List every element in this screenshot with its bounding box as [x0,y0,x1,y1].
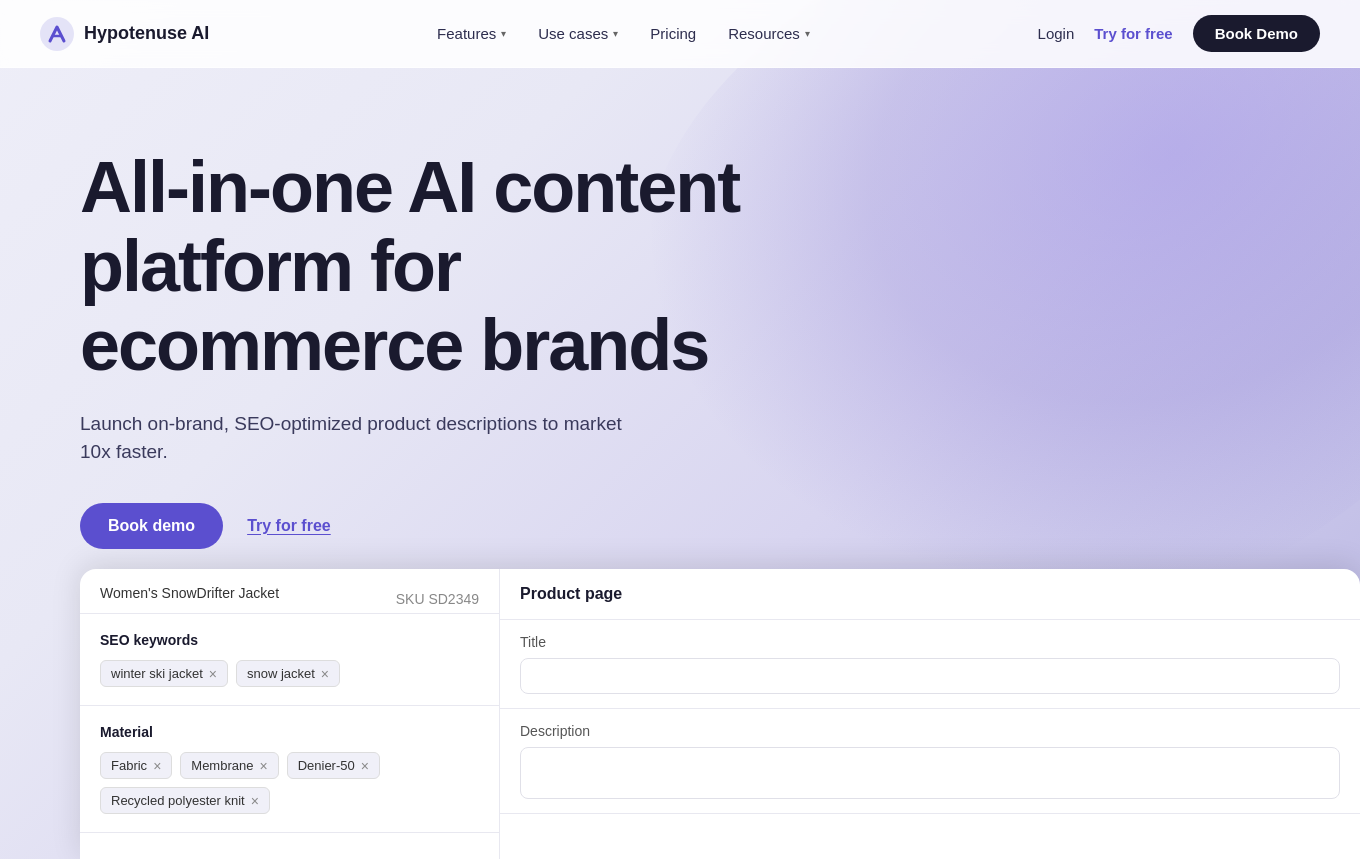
material-tag-membrane: Membrane × [180,752,278,779]
remove-tag-recycled-button[interactable]: × [251,794,259,808]
hero-try-free-button[interactable]: Try for free [247,517,331,535]
remove-tag-denier-button[interactable]: × [361,759,369,773]
material-section: Material Fabric × Membrane × Denier-50 × [80,706,499,833]
chevron-down-icon: ▾ [805,28,810,39]
material-tag-denier: Denier-50 × [287,752,380,779]
chevron-down-icon: ▾ [613,28,618,39]
nav-links: Features ▾ Use cases ▾ Pricing Resources… [437,25,810,42]
card-right-panel: Product page Title Description [500,569,1360,859]
seo-tag-snow: snow jacket × [236,660,340,687]
product-name-tab: Women's SnowDrifter Jacket [100,585,279,613]
hero-title: All-in-one AI content platform for ecomm… [80,148,860,386]
page-wrapper: Hypotenuse AI Features ▾ Use cases ▾ Pri… [0,0,1360,859]
remove-tag-winter-button[interactable]: × [209,667,217,681]
material-tag-fabric: Fabric × [100,752,172,779]
title-input[interactable] [520,658,1340,694]
remove-tag-snow-button[interactable]: × [321,667,329,681]
remove-tag-fabric-button[interactable]: × [153,759,161,773]
nav-pricing[interactable]: Pricing [650,25,696,42]
logo-icon [40,17,74,51]
hero-book-demo-button[interactable]: Book demo [80,503,223,549]
hero-subtitle: Launch on-brand, SEO-optimized product d… [80,410,640,467]
nav-actions: Login Try for free Book Demo [1038,15,1320,52]
material-tags-group: Fabric × Membrane × Denier-50 × Recycl [100,752,479,814]
material-tag-recycled: Recycled polyester knit × [100,787,270,814]
logo-text: Hypotenuse AI [84,23,209,44]
description-input[interactable] [520,747,1340,799]
nav-resources[interactable]: Resources ▾ [728,25,810,42]
seo-tags-group: winter ski jacket × snow jacket × [100,660,479,687]
nav-features[interactable]: Features ▾ [437,25,506,42]
title-field-label: Title [520,634,1340,650]
product-card: Women's SnowDrifter Jacket SKU SD2349 SE… [80,569,1360,859]
nav-book-demo-button[interactable]: Book Demo [1193,15,1320,52]
title-field-group: Title [500,620,1360,709]
nav-use-cases[interactable]: Use cases ▾ [538,25,618,42]
logo-link[interactable]: Hypotenuse AI [40,17,209,51]
seo-label: SEO keywords [100,632,479,648]
hero-section: All-in-one AI content platform for ecomm… [0,68,1360,589]
navbar: Hypotenuse AI Features ▾ Use cases ▾ Pri… [0,0,1360,68]
seo-tag-winter: winter ski jacket × [100,660,228,687]
chevron-down-icon: ▾ [501,28,506,39]
remove-tag-membrane-button[interactable]: × [259,759,267,773]
description-field-label: Description [520,723,1340,739]
material-label: Material [100,724,479,740]
login-button[interactable]: Login [1038,25,1075,42]
sku-label: SKU SD2349 [396,591,479,607]
bottom-section: Women's SnowDrifter Jacket SKU SD2349 SE… [0,559,1360,859]
seo-keywords-section: SEO keywords winter ski jacket × snow ja… [80,614,499,706]
nav-try-free-button[interactable]: Try for free [1094,25,1172,42]
hero-actions: Book demo Try for free [80,503,1300,549]
svg-point-0 [40,17,74,51]
description-field-group: Description [500,709,1360,814]
card-left-panel: Women's SnowDrifter Jacket SKU SD2349 SE… [80,569,500,859]
